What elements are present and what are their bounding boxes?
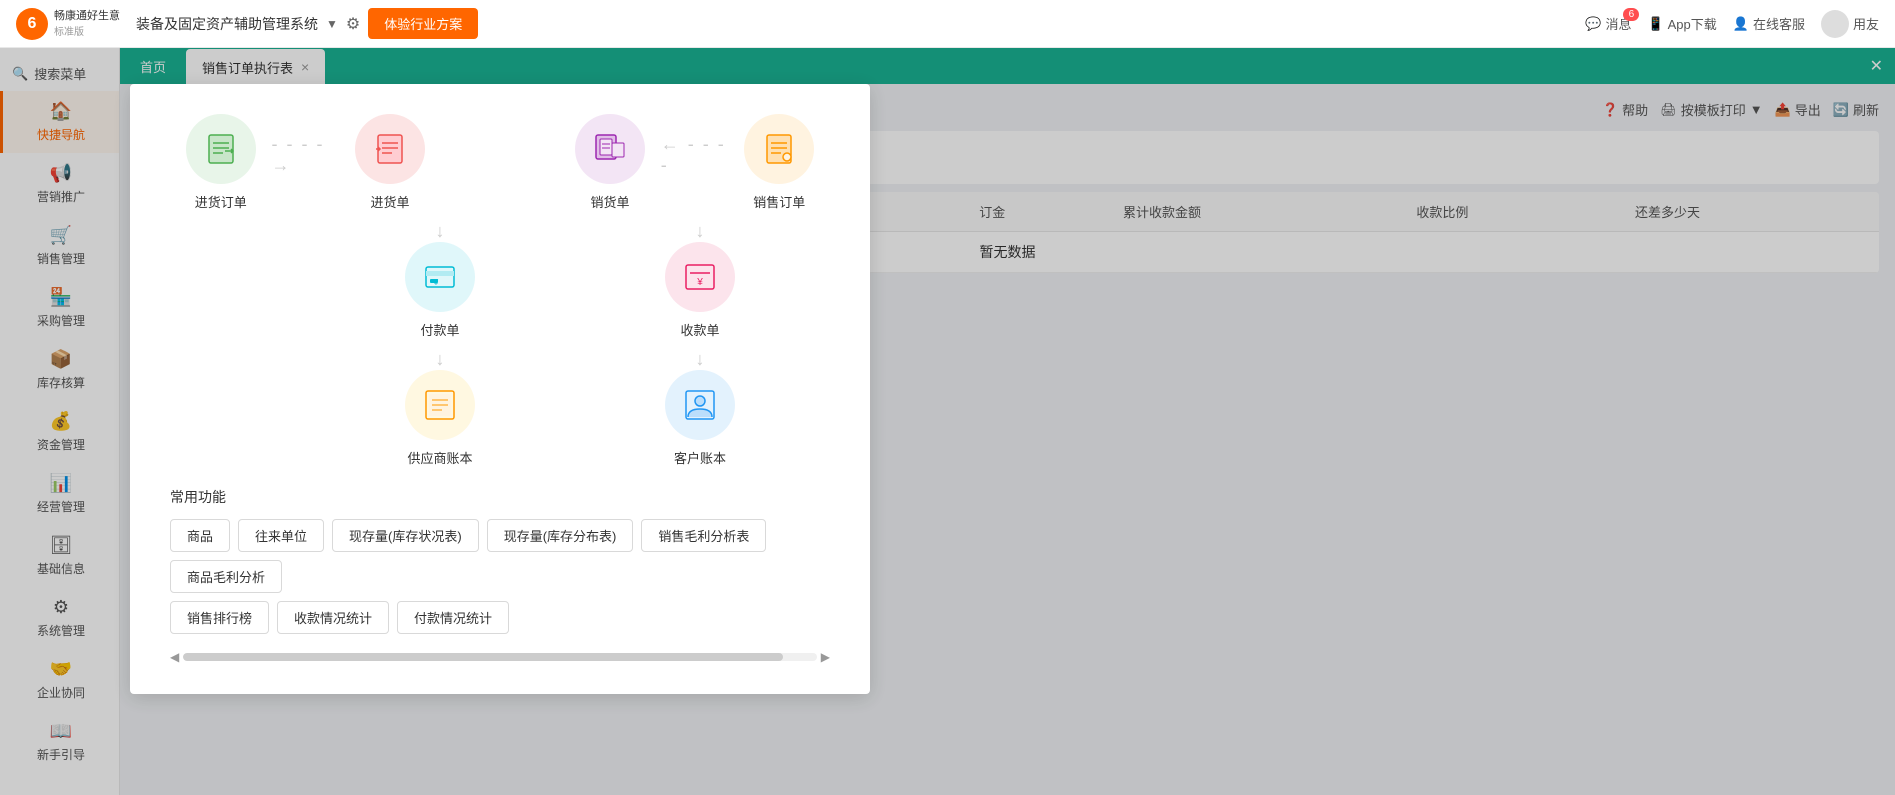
scrollbar-track[interactable] [183,653,817,661]
purchase-bill-label: 进货单 [371,192,410,211]
customer-account-label: 客户账本 [674,448,726,467]
logo-brand: 畅康通好生意 [54,9,120,23]
sales-order-label: 销售订单 [753,192,805,211]
func-btn-sales-margin[interactable]: 销售毛利分析表 [641,519,766,552]
flow-circle-payment-bill: ¥ [405,242,475,312]
func-btn-stock-dist[interactable]: 现存量(库存分布表) [487,519,634,552]
logo-area: 6 畅康通好生意 标准版 [16,8,136,40]
purchase-order-label: 进货订单 [195,192,247,211]
flow-circle-purchase-bill [355,114,425,184]
func-btn-receipt-stats[interactable]: 收款情况统计 [277,601,389,634]
flow-item-purchase-order[interactable]: 进货订单 [170,114,272,211]
app-download-label: App下载 [1668,14,1717,33]
sales-bill-label: 销货单 [591,192,630,211]
flow-item-supplier-account[interactable]: 供应商账本 [380,370,500,467]
avatar [1821,10,1849,38]
func-btn-product[interactable]: 商品 [170,519,230,552]
func-buttons-row2: 销售排行榜 收款情况统计 付款情况统计 [170,601,830,634]
header-right: 💬 消息 6 📱 App下载 👤 在线客服 用友 [1585,10,1879,38]
flow-circle-customer-account [665,370,735,440]
user-name: 用友 [1853,14,1879,33]
logo-text-block: 畅康通好生意 标准版 [54,9,120,38]
func-btn-sales-rank[interactable]: 销售排行榜 [170,601,269,634]
flow-circle-sales-order [744,114,814,184]
common-functions: 常用功能 商品 往来单位 现存量(库存状况表) 现存量(库存分布表) 销售毛利分… [170,487,830,634]
func-btn-contacts[interactable]: 往来单位 [238,519,324,552]
online-service-btn[interactable]: 👤 在线客服 [1733,14,1805,33]
scrollbar-thumb [183,653,783,661]
flow-circle-sales-bill [575,114,645,184]
common-functions-title: 常用功能 [170,487,830,507]
flow-item-payment-bill[interactable]: ¥ 付款单 [380,242,500,339]
message-btn[interactable]: 💬 消息 6 [1585,14,1631,33]
scroll-left-btn[interactable]: ◀ [170,650,179,664]
payment-bill-label: 付款单 [420,320,459,339]
supplier-account-label: 供应商账本 [407,448,472,467]
flow-circle-purchase-order [186,114,256,184]
func-btn-stock-status[interactable]: 现存量(库存状况表) [332,519,479,552]
user-avatar-btn[interactable]: 用友 [1821,10,1879,38]
system-dropdown-btn[interactable]: ▼ [326,17,338,31]
message-badge: 6 [1623,8,1639,21]
flow-circle-supplier-account [405,370,475,440]
gear-btn[interactable]: ⚙ [346,14,360,34]
flow-item-purchase-bill[interactable]: 进货单 [339,114,441,211]
logo-icon: 6 [16,8,48,40]
header-center: 装备及固定资产辅助管理系统 ▼ ⚙ 体验行业方案 [136,8,1585,39]
system-title: 装备及固定资产辅助管理系统 [136,14,318,34]
quick-guide-modal: 进货订单 - - - - → 进货单 [130,84,870,694]
func-buttons-row1: 商品 往来单位 现存量(库存状况表) 现存量(库存分布表) 销售毛利分析表 商品… [170,519,830,593]
modal-scrollbar: ◀ ▶ [170,650,830,664]
app-icon: 📱 [1647,16,1663,32]
flow-item-receipt-bill[interactable]: ¥ 收款单 [640,242,760,339]
func-btn-payment-stats[interactable]: 付款情况统计 [397,601,509,634]
online-service-label: 在线客服 [1753,14,1805,33]
service-icon: 👤 [1733,16,1749,32]
experience-btn[interactable]: 体验行业方案 [368,8,478,39]
flow-item-sales-order[interactable]: 销售订单 [728,114,830,211]
receipt-bill-label: 收款单 [680,320,719,339]
logo-sub: 标准版 [54,23,120,38]
svg-text:¥: ¥ [433,278,439,287]
top-header: 6 畅康通好生意 标准版 装备及固定资产辅助管理系统 ▼ ⚙ 体验行业方案 💬 … [0,0,1895,48]
app-download-btn[interactable]: 📱 App下载 [1647,14,1716,33]
scroll-right-btn[interactable]: ▶ [821,650,830,664]
flow-circle-receipt-bill: ¥ [665,242,735,312]
flow-item-sales-bill[interactable]: 销货单 [559,114,661,211]
func-btn-product-margin[interactable]: 商品毛利分析 [170,560,282,593]
message-icon: 💬 [1585,16,1601,32]
flow-item-customer-account[interactable]: 客户账本 [640,370,760,467]
svg-text:¥: ¥ [696,277,703,288]
